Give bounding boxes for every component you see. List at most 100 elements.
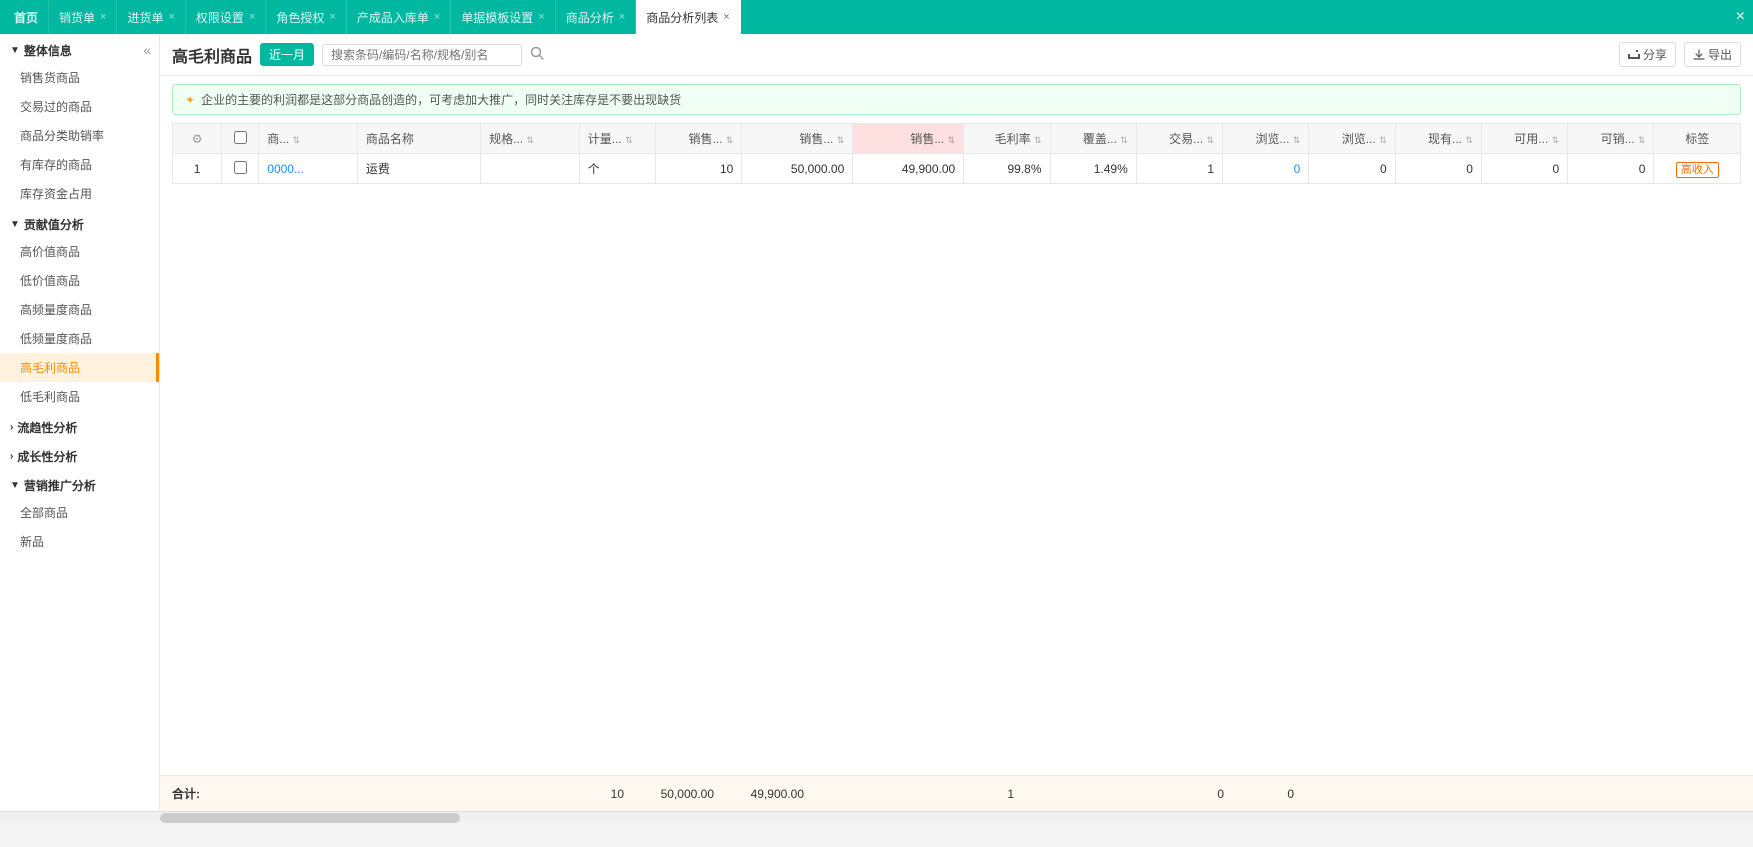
nav-tab-role-permission[interactable]: 角色授权 × — [266, 0, 346, 34]
close-icon[interactable]: × — [168, 11, 174, 23]
close-icon[interactable]: × — [100, 11, 106, 23]
nav-tab-sales[interactable]: 销货单 × — [49, 0, 117, 34]
row-sale-qty: 10 — [656, 154, 742, 184]
search-input[interactable] — [322, 44, 522, 66]
col-header-browse1[interactable]: 浏览... ⇅ — [1223, 124, 1309, 154]
footer-sale-cost-val: 49,900.00 — [722, 787, 812, 801]
sidebar-item-low-margin[interactable]: 低毛利商品 — [0, 382, 159, 411]
col-header-sale-cost[interactable]: 销售... ⇅ — [853, 124, 964, 154]
row-stock2: 0 — [1481, 154, 1567, 184]
close-icon[interactable]: × — [538, 11, 544, 23]
time-filter-button[interactable]: 近一月 — [260, 43, 314, 66]
sidebar-item-traded-goods[interactable]: 交易过的商品 — [0, 92, 159, 121]
close-icon[interactable]: × — [329, 11, 335, 23]
table-wrapper: ⚙ 商... ⇅ 商品名称 规格... — [160, 123, 1753, 775]
nav-tab-product-analysis-list[interactable]: 商品分析列表 × — [636, 0, 740, 34]
col-header-sale2[interactable]: 可销... ⇅ — [1568, 124, 1654, 154]
row-name: 运费 — [357, 154, 480, 184]
sort-icon: ⇅ — [625, 135, 633, 145]
nav-tab-purchase[interactable]: 进货单 × — [117, 0, 185, 34]
sort-icon: ⇅ — [1120, 135, 1128, 145]
footer-sale-qty — [252, 787, 562, 801]
nav-tab-home[interactable]: 首页 — [4, 0, 49, 34]
sidebar-item-analysis-rate[interactable]: 商品分类助销率 — [0, 121, 159, 150]
sidebar-item-all-goods[interactable]: 全部商品 — [0, 498, 159, 527]
sort-icon: ⇅ — [1034, 135, 1042, 145]
horizontal-scrollbar[interactable] — [0, 811, 1753, 823]
expand-icon: ▼ — [10, 219, 20, 230]
sidebar-item-inventory-goods[interactable]: 有库存的商品 — [0, 150, 159, 179]
sidebar-item-inventory-share[interactable]: 库存资金占用 — [0, 179, 159, 208]
sort-icon: ⇅ — [948, 135, 956, 145]
sidebar-group-trend-analysis[interactable]: › 流趋性分析 — [0, 411, 159, 440]
search-button[interactable] — [530, 46, 544, 63]
footer-sale-amt-val: 50,000.00 — [632, 787, 722, 801]
info-icon: ✦ — [185, 93, 195, 107]
col-header-code[interactable]: 商... ⇅ — [259, 124, 358, 154]
sidebar-item-high-margin[interactable]: 高毛利商品 — [0, 353, 159, 382]
close-icon[interactable]: × — [723, 11, 729, 23]
footer-sale-qty-val: 10 — [562, 787, 632, 801]
sidebar-item-high-freq[interactable]: 高频量度商品 — [0, 295, 159, 324]
sort-icon: ⇅ — [1379, 135, 1387, 145]
sidebar-group-growth-analysis[interactable]: › 成长性分析 — [0, 440, 159, 469]
col-header-sale-qty[interactable]: 销售... ⇅ — [656, 124, 742, 154]
sidebar-item-high-value[interactable]: 高价值商品 — [0, 237, 159, 266]
row-code[interactable]: 0000... — [259, 154, 358, 184]
nav-tab-template-setting[interactable]: 单据模板设置 × — [451, 0, 555, 34]
row-gross-rate: 99.8% — [964, 154, 1050, 184]
footer-cells: 10 50,000.00 49,900.00 1 0 0 — [252, 787, 1741, 801]
row-spec — [481, 154, 580, 184]
sidebar-group-value-analysis[interactable]: ▼ 贡献值分析 — [0, 208, 159, 237]
col-header-name[interactable]: 商品名称 — [357, 124, 480, 154]
share-button[interactable]: 分享 — [1619, 42, 1676, 67]
content-area: 高毛利商品 近一月 分享 — [160, 34, 1753, 811]
row-browse1[interactable]: 0 — [1223, 154, 1309, 184]
col-header-coverage[interactable]: 覆盖... ⇅ — [1050, 124, 1136, 154]
sort-icon: ⇅ — [726, 135, 734, 145]
sidebar-group-marketing-analysis[interactable]: ▼ 营销推广分析 — [0, 469, 159, 498]
col-header-sale-amt[interactable]: 销售... ⇅ — [742, 124, 853, 154]
sidebar: « ▼ 整体信息 销售货商品 交易过的商品 商品分类助销率 有库存的商品 库存资… — [0, 34, 160, 811]
col-header-spec[interactable]: 规格... ⇅ — [481, 124, 580, 154]
row-stock1: 0 — [1395, 154, 1481, 184]
top-navigation: 首页 销货单 × 进货单 × 权限设置 × 角色授权 × 产成品入库单 × 单据… — [0, 0, 1753, 34]
scrollbar-thumb[interactable] — [160, 813, 460, 823]
content-header: 高毛利商品 近一月 分享 — [160, 34, 1753, 76]
sidebar-item-low-freq[interactable]: 低频量度商品 — [0, 324, 159, 353]
row-checkbox[interactable] — [222, 154, 259, 184]
col-header-gross-rate[interactable]: 毛利率 ⇅ — [964, 124, 1050, 154]
col-header-tag[interactable]: 标签 — [1654, 124, 1741, 154]
row-num: 1 — [173, 154, 222, 184]
page-title: 高毛利商品 — [172, 43, 252, 67]
nav-tab-product-analysis[interactable]: 商品分析 × — [556, 0, 636, 34]
sidebar-item-new-goods[interactable]: 新品 — [0, 527, 159, 556]
sidebar-item-low-value[interactable]: 低价值商品 — [0, 266, 159, 295]
sort-icon: ⇅ — [837, 135, 845, 145]
col-header-browse2[interactable]: 浏览... ⇅ — [1309, 124, 1395, 154]
col-header-stock2[interactable]: 可用... ⇅ — [1481, 124, 1567, 154]
select-all-checkbox[interactable] — [234, 131, 247, 144]
sidebar-group-overall[interactable]: ▼ 整体信息 — [0, 34, 159, 63]
product-table: ⚙ 商... ⇅ 商品名称 规格... — [172, 123, 1741, 184]
footer-trade-val: 1 — [952, 787, 1022, 801]
close-icon[interactable]: × — [434, 11, 440, 23]
high-income-tag: 高收入 — [1676, 162, 1719, 178]
nav-tab-product-warehouse[interactable]: 产成品入库单 × — [347, 0, 451, 34]
close-all-tabs-icon[interactable]: × — [1736, 8, 1745, 26]
close-icon[interactable]: × — [619, 11, 625, 23]
col-header-unit[interactable]: 计量... ⇅ — [579, 124, 655, 154]
sidebar-item-sales-goods[interactable]: 销售货商品 — [0, 63, 159, 92]
sidebar-collapse-icon[interactable]: « — [143, 42, 151, 58]
nav-tab-permission-setting[interactable]: 权限设置 × — [186, 0, 266, 34]
row-select-checkbox[interactable] — [234, 161, 247, 174]
row-trade: 1 — [1136, 154, 1222, 184]
col-header-trade[interactable]: 交易... ⇅ — [1136, 124, 1222, 154]
sort-icon: ⇅ — [1465, 135, 1473, 145]
sort-icon: ⇅ — [293, 135, 301, 145]
col-header-stock1[interactable]: 现有... ⇅ — [1395, 124, 1481, 154]
close-icon[interactable]: × — [249, 11, 255, 23]
settings-icon[interactable]: ⚙ — [192, 132, 203, 146]
export-button[interactable]: 导出 — [1684, 42, 1741, 67]
expand-icon: ▼ — [10, 45, 20, 56]
